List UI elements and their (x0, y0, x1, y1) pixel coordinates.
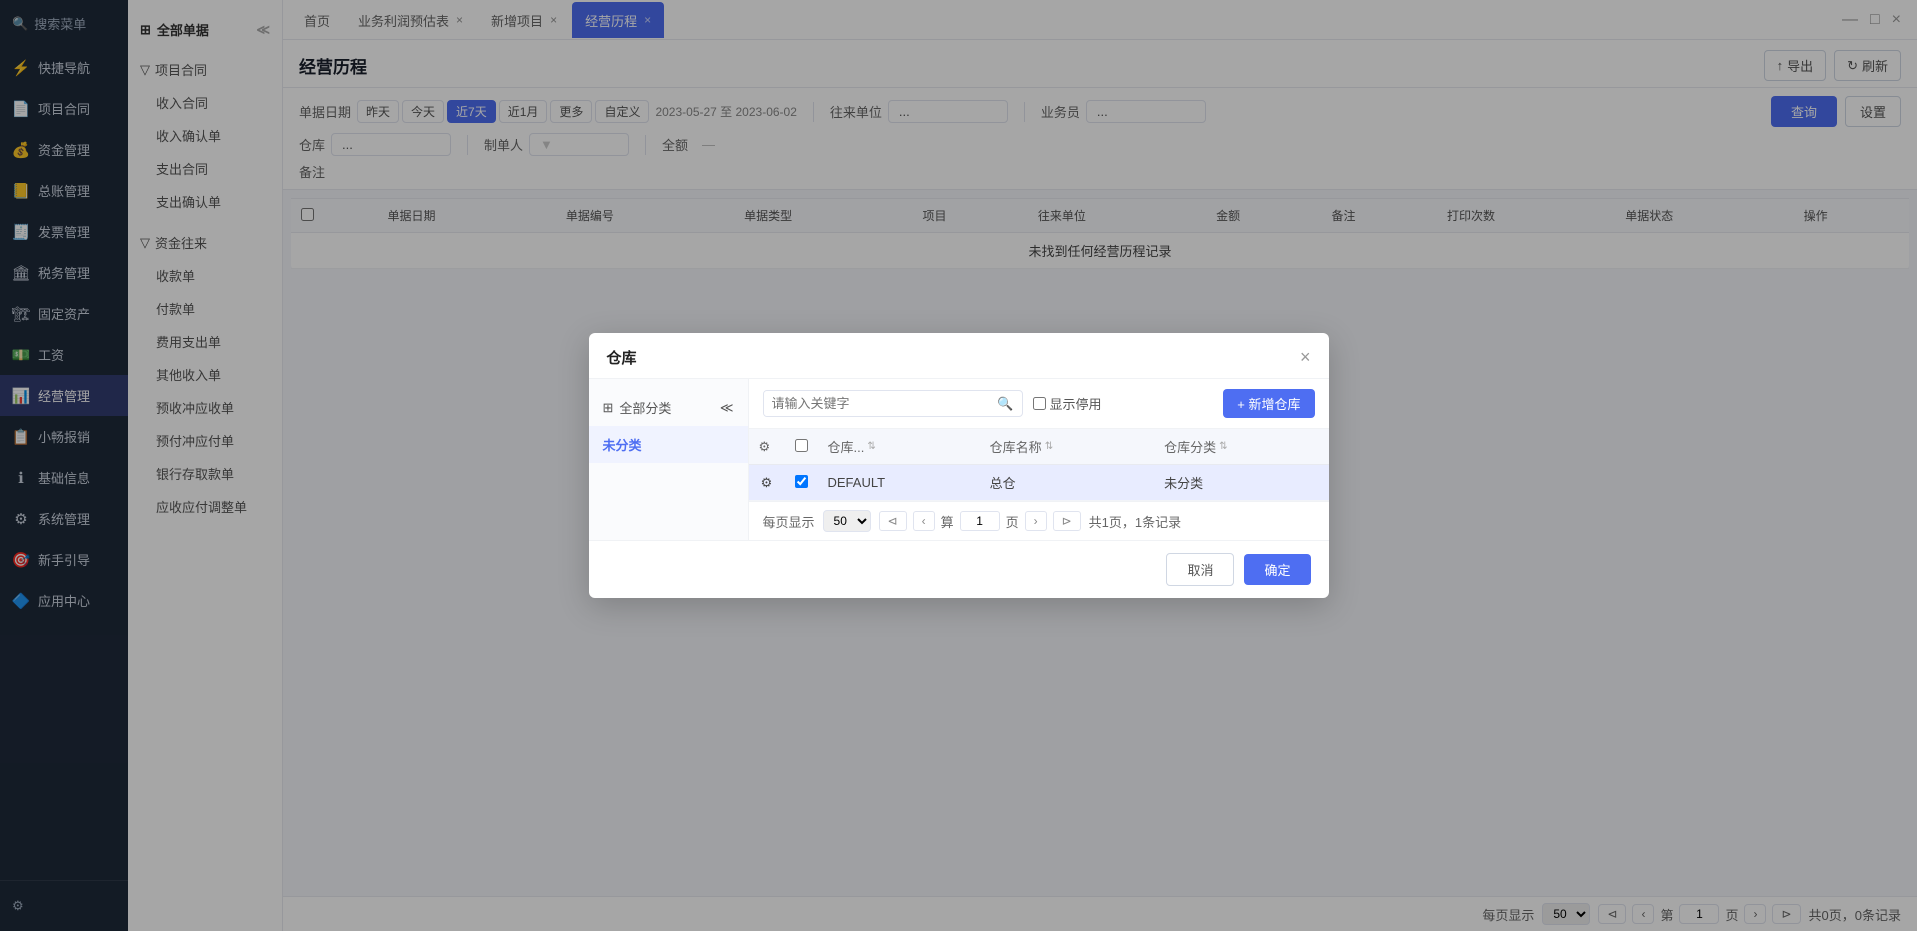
modal-next-page[interactable]: › (1025, 511, 1047, 531)
modal-per-page-label: 每页显示 (763, 512, 815, 531)
modal-footer-bar: 每页显示 50 ⊲ ‹ 算 页 › ⊳ 共1页 (749, 501, 1329, 540)
add-warehouse-button[interactable]: + 新增仓库 (1223, 389, 1314, 418)
modal-header: 仓库 × (589, 333, 1329, 379)
modal-overlay: 仓库 × ⊞ 全部分类 ≪ 未分类 (0, 0, 1917, 931)
modal-title: 仓库 (607, 347, 637, 368)
sort-icon-category[interactable]: ⇅ (1219, 441, 1227, 452)
modal-content: 🔍 显示停用 + 新增仓库 ⚙ (749, 379, 1329, 540)
confirm-button[interactable]: 确定 (1244, 554, 1310, 585)
modal-page-size-select[interactable]: 50 (823, 510, 871, 532)
modal-uncategorized[interactable]: 未分类 (589, 426, 748, 463)
sort-icon-code[interactable]: ⇅ (867, 441, 875, 452)
show-disabled-label[interactable]: 显示停用 (1033, 394, 1102, 413)
modal-jump-label: 算 (941, 512, 954, 531)
modal-toolbar: 🔍 显示停用 + 新增仓库 (749, 379, 1329, 429)
modal-all-categories[interactable]: ⊞ 全部分类 ≪ (589, 389, 748, 426)
modal-page-input[interactable] (960, 511, 1000, 531)
th-warehouse-code: 仓库... ⇅ (818, 429, 980, 465)
modal-action-row: 取消 确定 (589, 540, 1329, 598)
grid-icon-modal: ⊞ (603, 400, 614, 416)
modal-page-label: 页 (1006, 512, 1019, 531)
cancel-button[interactable]: 取消 (1166, 553, 1234, 586)
modal-table: ⚙ 仓库... ⇅ 仓库名称 (749, 429, 1329, 501)
sort-icon-name[interactable]: ⇅ (1045, 441, 1053, 452)
row-checkbox-1[interactable] (785, 465, 818, 501)
collapse-icon[interactable]: ≪ (720, 400, 734, 416)
row-gear-1[interactable]: ⚙ (749, 465, 785, 501)
row-code-1: DEFAULT (818, 465, 980, 501)
show-disabled-text: 显示停用 (1050, 394, 1102, 413)
modal-table-header: ⚙ 仓库... ⇅ 仓库名称 (749, 429, 1329, 465)
th-gear: ⚙ (749, 429, 785, 465)
modal-category-sidebar: ⊞ 全部分类 ≪ 未分类 (589, 379, 749, 540)
row-category-1: 未分类 (1154, 465, 1328, 501)
th-checkbox (785, 429, 818, 465)
row-check-1[interactable] (795, 475, 808, 488)
modal-search-input[interactable] (764, 391, 990, 416)
th-warehouse-category: 仓库分类 ⇅ (1154, 429, 1328, 465)
modal-table-wrap: ⚙ 仓库... ⇅ 仓库名称 (749, 429, 1329, 501)
modal-all-categories-label: 全部分类 (619, 398, 671, 417)
th-warehouse-name: 仓库名称 ⇅ (980, 429, 1154, 465)
modal-uncategorized-label: 未分类 (603, 435, 642, 454)
show-disabled-checkbox[interactable] (1033, 397, 1046, 410)
modal-page-nav: ⊲ ‹ 算 页 › ⊳ (879, 511, 1081, 531)
modal-search-box: 🔍 (763, 390, 1023, 417)
modal-total-info: 共1页，1条记录 (1089, 512, 1181, 531)
select-all-checkbox[interactable] (795, 439, 808, 452)
modal-search-icon[interactable]: 🔍 (989, 396, 1021, 412)
modal-body: ⊞ 全部分类 ≪ 未分类 🔍 显示停用 (589, 379, 1329, 540)
modal-last-page[interactable]: ⊳ (1053, 511, 1081, 531)
modal-close-button[interactable]: × (1300, 347, 1311, 368)
modal-prev-page[interactable]: ‹ (913, 511, 935, 531)
modal-table-row[interactable]: ⚙ DEFAULT 总仓 未分类 (749, 465, 1329, 501)
modal-table-body: ⚙ DEFAULT 总仓 未分类 (749, 465, 1329, 501)
row-name-1: 总仓 (980, 465, 1154, 501)
modal-first-page[interactable]: ⊲ (879, 511, 907, 531)
modal-warehouse: 仓库 × ⊞ 全部分类 ≪ 未分类 (589, 333, 1329, 598)
